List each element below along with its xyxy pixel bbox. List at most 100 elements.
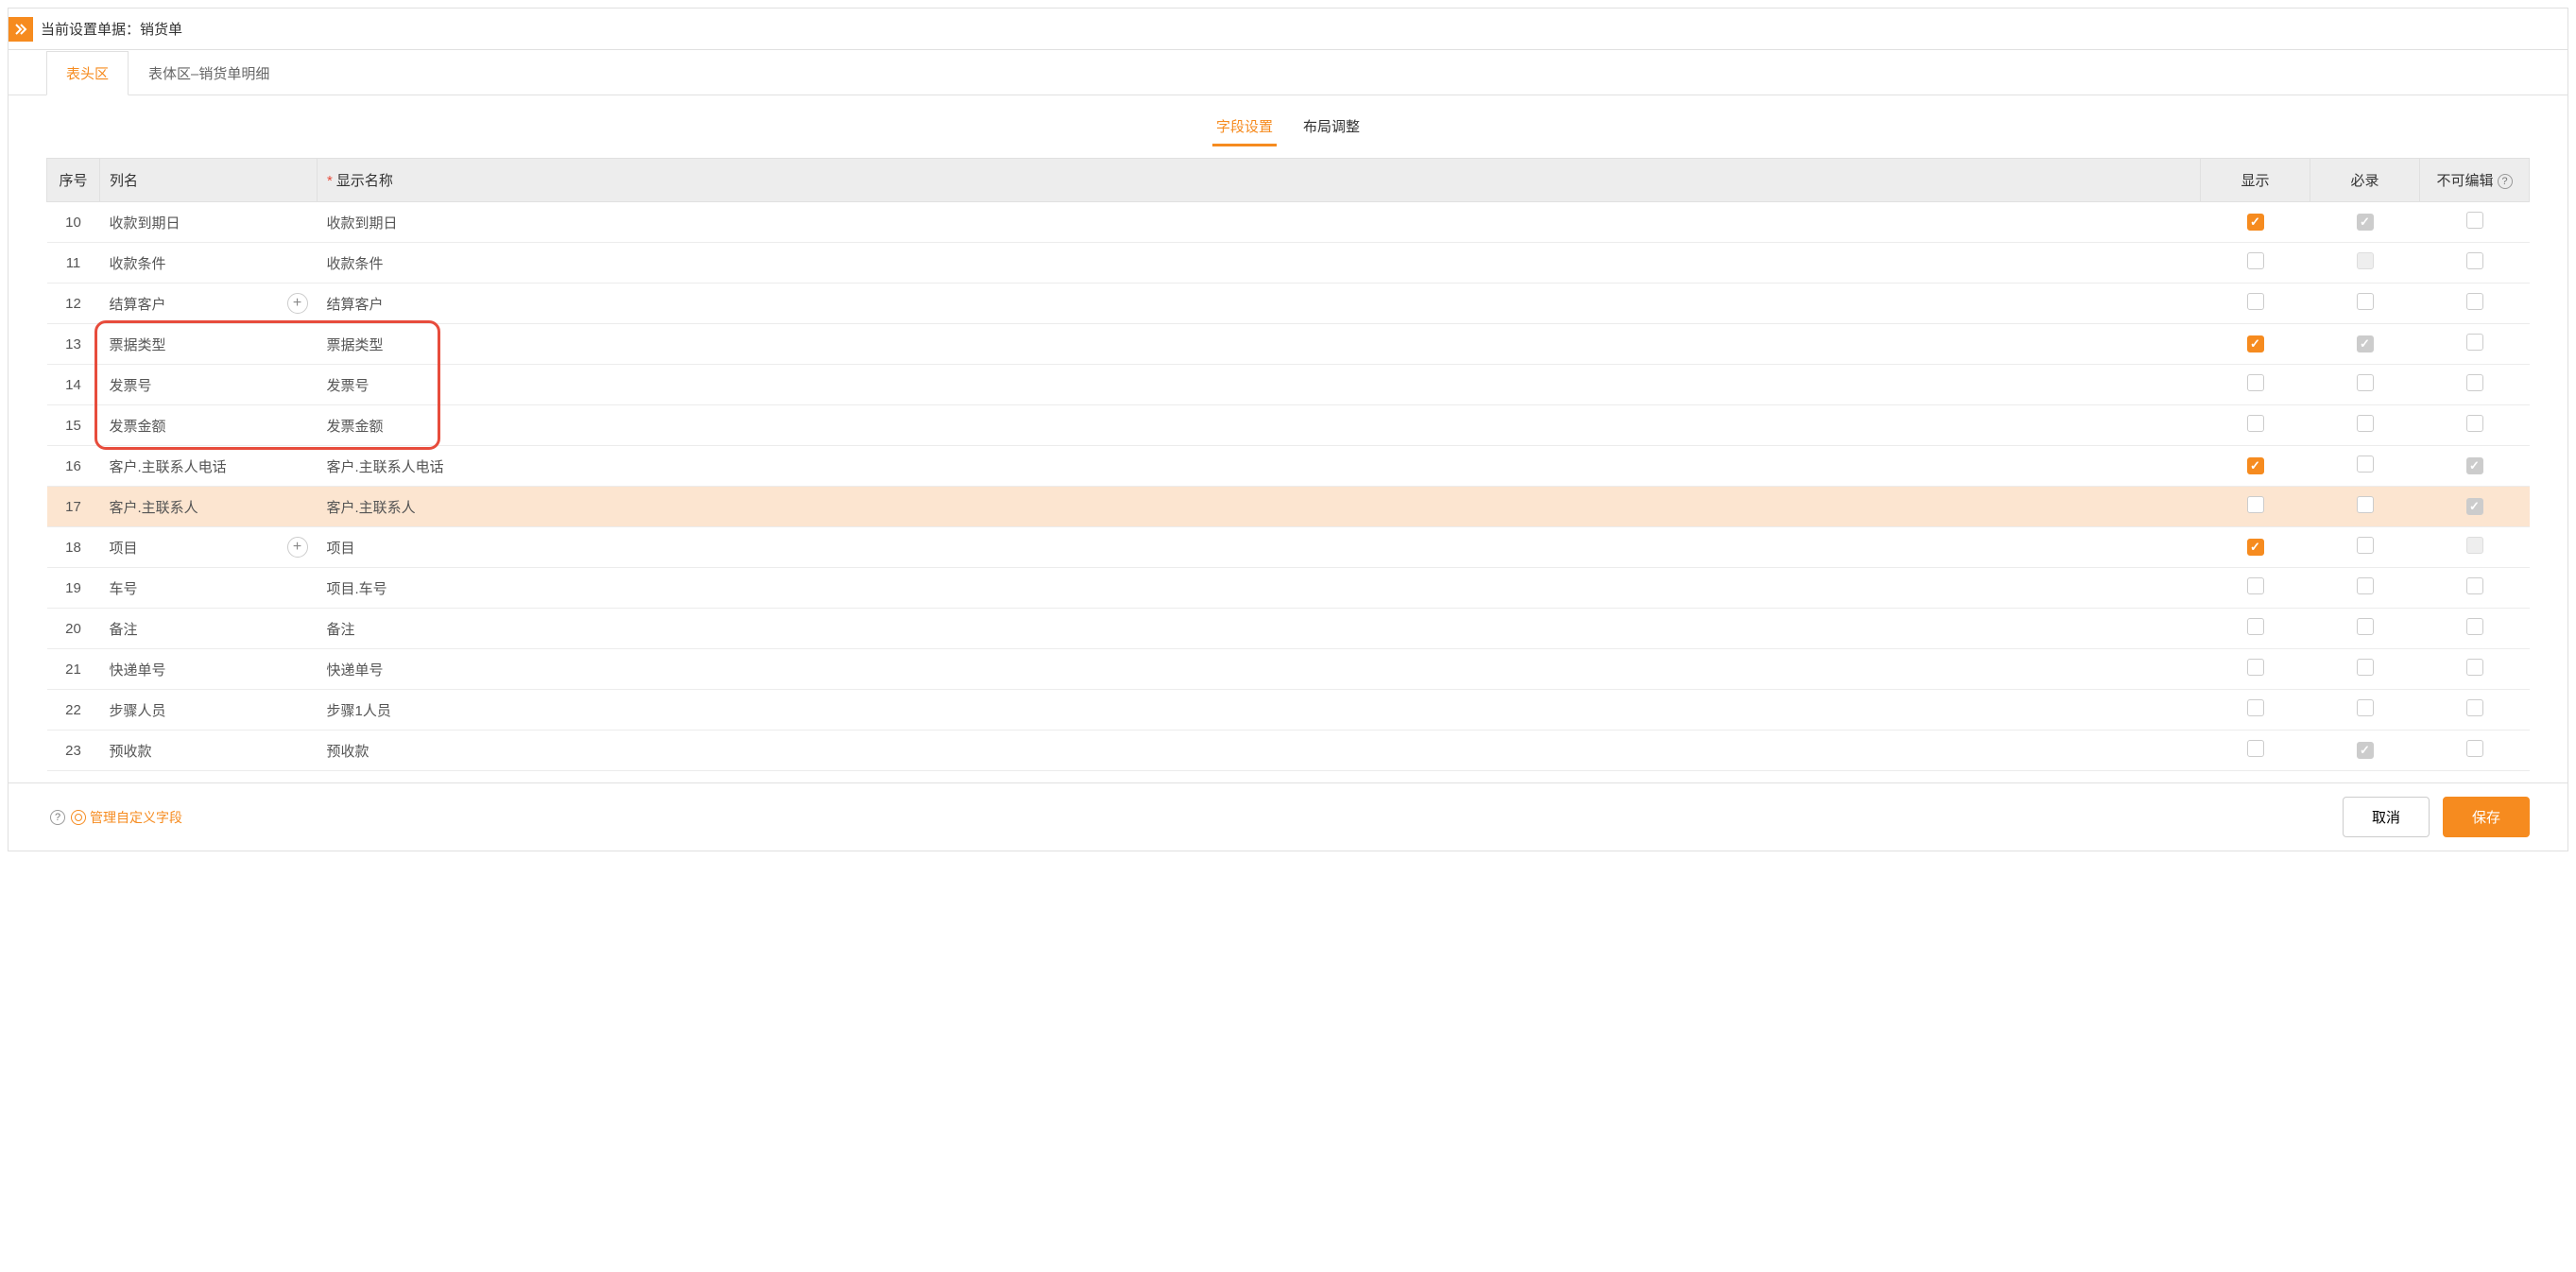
cell-seq: 13 — [47, 324, 100, 365]
cell-required — [2310, 487, 2420, 527]
col-header-name: 列名 — [100, 159, 318, 202]
cell-display-name[interactable]: 项目.车号 — [318, 568, 2201, 609]
checkbox-locked[interactable] — [2466, 618, 2483, 635]
cell-display-name[interactable]: 客户.主联系人 — [318, 487, 2201, 527]
field-name-label: 客户.主联系人电话 — [110, 456, 227, 476]
table-row: 10收款到期日收款到期日 — [47, 202, 2530, 243]
cell-show — [2201, 284, 2310, 324]
field-name-label: 收款到期日 — [110, 213, 180, 232]
checkbox-required[interactable] — [2357, 537, 2374, 554]
checkbox-show[interactable] — [2247, 699, 2264, 716]
checkbox-required[interactable] — [2357, 659, 2374, 676]
tab-main-0[interactable]: 表头区 — [46, 51, 129, 95]
cell-locked — [2420, 446, 2530, 487]
tab-sub-1[interactable]: 布局调整 — [1299, 109, 1364, 146]
cell-show — [2201, 527, 2310, 568]
fields-table: 序号 列名 *显示名称 显示 必录 不可编辑? 10收款到期日收款到期日11收款… — [46, 158, 2530, 771]
checkbox-required[interactable] — [2357, 415, 2374, 432]
checkbox-show[interactable] — [2247, 577, 2264, 594]
cell-name: 结算客户+ — [100, 284, 318, 324]
checkbox-locked[interactable] — [2466, 415, 2483, 432]
checkbox-required[interactable] — [2357, 496, 2374, 513]
field-name-label: 客户.主联系人 — [110, 497, 198, 517]
cell-locked — [2420, 609, 2530, 649]
tab-sub-0[interactable]: 字段设置 — [1212, 109, 1277, 146]
table-row: 18项目+项目 — [47, 527, 2530, 568]
field-name-label: 票据类型 — [110, 335, 166, 354]
checkbox-required[interactable] — [2357, 618, 2374, 635]
checkbox-required — [2357, 252, 2374, 269]
help-icon[interactable]: ? — [2498, 174, 2513, 189]
cell-display-name[interactable]: 项目 — [318, 527, 2201, 568]
checkbox-show[interactable] — [2247, 374, 2264, 391]
tab-main-1[interactable]: 表体区–销货单明细 — [129, 51, 289, 95]
checkbox-show[interactable] — [2247, 740, 2264, 757]
field-name-label: 发票金额 — [110, 416, 166, 436]
manage-custom-fields-link[interactable]: 管理自定义字段 — [71, 808, 182, 827]
checkbox-locked[interactable] — [2466, 699, 2483, 716]
checkbox-show[interactable] — [2247, 659, 2264, 676]
checkbox-locked[interactable] — [2466, 374, 2483, 391]
cell-display-name[interactable]: 快递单号 — [318, 649, 2201, 690]
checkbox-show[interactable] — [2247, 539, 2264, 556]
collapse-sidebar-button[interactable] — [9, 17, 33, 42]
checkbox-required — [2357, 214, 2374, 231]
cell-locked — [2420, 649, 2530, 690]
checkbox-show[interactable] — [2247, 415, 2264, 432]
cell-name: 发票号 — [100, 365, 318, 405]
checkbox-locked[interactable] — [2466, 212, 2483, 229]
cell-display-name[interactable]: 票据类型 — [318, 324, 2201, 365]
cell-show — [2201, 731, 2310, 771]
table-row: 13 票据类型 票据类型 — [47, 324, 2530, 365]
cell-show — [2201, 568, 2310, 609]
cell-locked — [2420, 284, 2530, 324]
cell-show — [2201, 446, 2310, 487]
expand-plus-icon[interactable]: + — [287, 537, 308, 558]
cell-display-name[interactable]: 发票号 — [318, 365, 2201, 405]
cell-display-name[interactable]: 发票金额 — [318, 405, 2201, 446]
cell-seq: 18 — [47, 527, 100, 568]
cell-name: 客户.主联系人 — [100, 487, 318, 527]
checkbox-show[interactable] — [2247, 293, 2264, 310]
cell-required — [2310, 405, 2420, 446]
checkbox-show[interactable] — [2247, 618, 2264, 635]
cell-display-name[interactable]: 备注 — [318, 609, 2201, 649]
checkbox-required[interactable] — [2357, 293, 2374, 310]
cell-show — [2201, 365, 2310, 405]
checkbox-required[interactable] — [2357, 374, 2374, 391]
checkbox-locked[interactable] — [2466, 659, 2483, 676]
checkbox-locked[interactable] — [2466, 252, 2483, 269]
checkbox-show[interactable] — [2247, 496, 2264, 513]
cell-required — [2310, 324, 2420, 365]
table-row: 11收款条件收款条件 — [47, 243, 2530, 284]
expand-plus-icon[interactable]: + — [287, 293, 308, 314]
checkbox-required[interactable] — [2357, 456, 2374, 473]
cell-display-name[interactable]: 预收款 — [318, 731, 2201, 771]
checkbox-show[interactable] — [2247, 335, 2264, 352]
save-button[interactable]: 保存 — [2443, 797, 2530, 837]
checkbox-locked[interactable] — [2466, 740, 2483, 757]
checkbox-locked[interactable] — [2466, 293, 2483, 310]
cell-display-name[interactable]: 收款条件 — [318, 243, 2201, 284]
checkbox-required[interactable] — [2357, 577, 2374, 594]
cancel-button[interactable]: 取消 — [2343, 797, 2430, 837]
cell-display-name[interactable]: 客户.主联系人电话 — [318, 446, 2201, 487]
checkbox-locked[interactable] — [2466, 577, 2483, 594]
checkbox-required[interactable] — [2357, 699, 2374, 716]
cell-locked — [2420, 527, 2530, 568]
checkbox-show[interactable] — [2247, 214, 2264, 231]
help-icon[interactable]: ? — [50, 810, 65, 825]
checkbox-locked[interactable] — [2466, 334, 2483, 351]
checkbox-show[interactable] — [2247, 252, 2264, 269]
main-tabs: 表头区表体区–销货单明细 — [9, 50, 2567, 95]
field-name-label: 备注 — [110, 619, 138, 639]
cell-name: 快递单号 — [100, 649, 318, 690]
cell-seq: 20 — [47, 609, 100, 649]
cell-required — [2310, 649, 2420, 690]
cell-name: 备注 — [100, 609, 318, 649]
cell-display-name[interactable]: 结算客户 — [318, 284, 2201, 324]
cell-seq: 17 — [47, 487, 100, 527]
cell-display-name[interactable]: 步骤1人员 — [318, 690, 2201, 731]
cell-display-name[interactable]: 收款到期日 — [318, 202, 2201, 243]
checkbox-show[interactable] — [2247, 457, 2264, 474]
